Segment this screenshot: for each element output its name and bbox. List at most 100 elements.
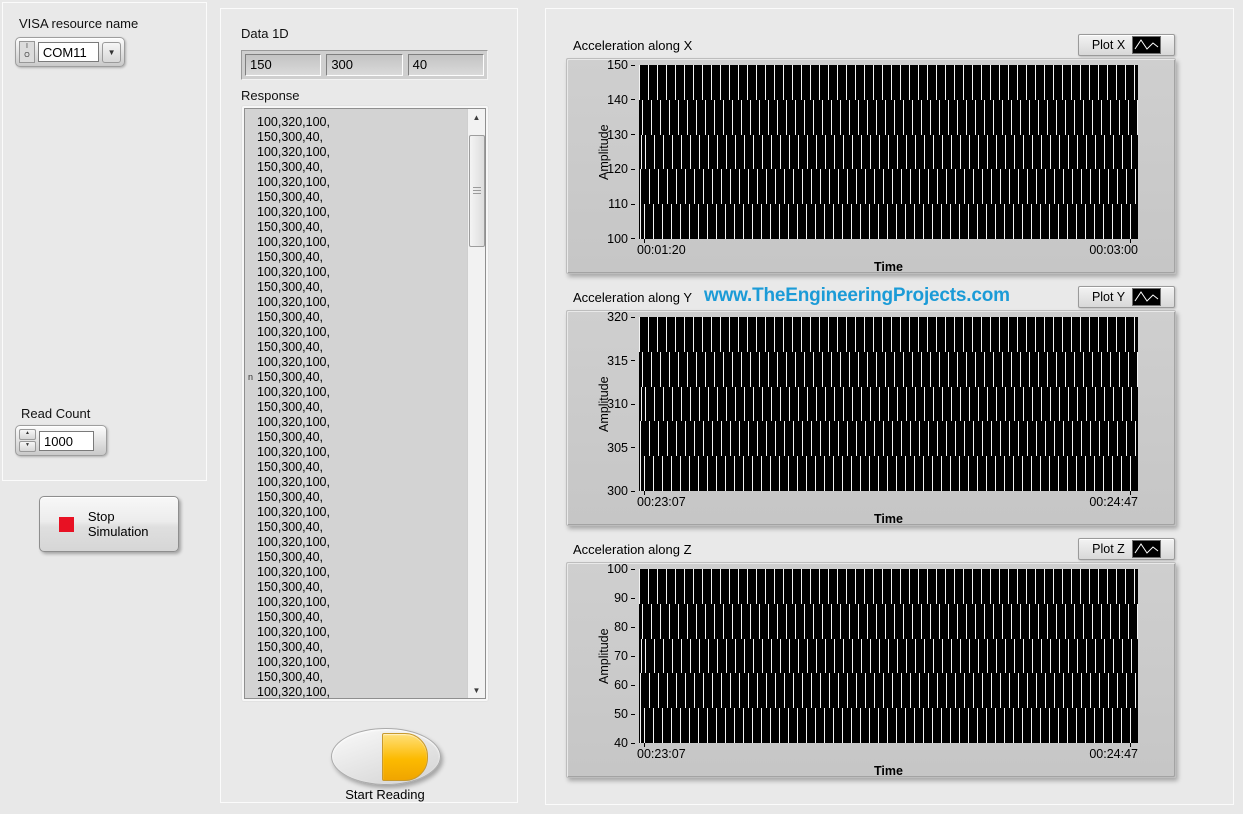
response-line: 100,320,100, — [257, 295, 466, 310]
data1d-array: 150300 40 — [241, 50, 488, 80]
charts-panel: Acceleration along X Plot X Amplitude 15… — [545, 8, 1234, 805]
response-box: 100,320,100,150,300,40,100,320,100,150,3… — [241, 105, 489, 702]
stop-button-label: Stop Simulation — [88, 509, 178, 539]
x-start-label: 00:23:07 — [637, 747, 686, 761]
y-axis-ticks: 100 90 80 70 60 50 — [581, 569, 635, 743]
y-axis-ticks: 320 315 310 305 300 — [581, 317, 635, 491]
y-tick-mark — [631, 627, 635, 628]
y-tick-label: 90 — [614, 591, 628, 605]
response-line: 150,300,40, — [257, 340, 466, 355]
response-line: 100,320,100, — [257, 475, 466, 490]
response-line: 100,320,100, — [257, 565, 466, 580]
y-tick-mark — [631, 204, 635, 205]
visa-dropdown-button[interactable]: ▼ — [102, 42, 121, 63]
start-reading-button[interactable] — [331, 728, 441, 785]
vertical-scrollbar[interactable]: ▲ ▼ — [467, 109, 485, 698]
plot-legend[interactable]: Plot X — [1078, 34, 1175, 56]
response-line: 100,320,100, — [257, 505, 466, 520]
x-start-label: 00:23:07 — [637, 495, 686, 509]
y-tick-label: 300 — [607, 484, 628, 498]
response-line: 150,300,40, — [257, 490, 466, 505]
y-tick-mark — [631, 238, 635, 239]
y-tick-label: 320 — [607, 310, 628, 324]
response-line: 100,320,100, — [257, 535, 466, 550]
increment-button[interactable]: ▲ — [19, 429, 36, 440]
y-tick-mark — [631, 317, 635, 318]
response-line: 150,300,40, — [257, 280, 466, 295]
response-line: 150,300,40, — [257, 640, 466, 655]
response-line: 150,300,40, — [257, 190, 466, 205]
chart-acceleration-x: Acceleration along X Plot X Amplitude 15… — [566, 34, 1176, 274]
visa-resource-control: I O COM11 ▼ — [15, 37, 125, 67]
response-line: 100,320,100, — [257, 205, 466, 220]
response-line: 150,300,40, — [257, 550, 466, 565]
response-line: 150,300,40, — [257, 460, 466, 475]
chart-acceleration-y: Acceleration along Y Plot Y Amplitude 32… — [566, 286, 1176, 526]
y-tick-label: 50 — [614, 707, 628, 721]
numeric-spinner: ▲ ▼ — [19, 429, 36, 452]
chart-frame: Amplitude 320 315 310 305 300 — [566, 310, 1176, 526]
response-line: 100,320,100, — [257, 325, 466, 340]
y-tick-mark — [631, 714, 635, 715]
response-text-area[interactable]: 100,320,100,150,300,40,100,320,100,150,3… — [244, 108, 486, 699]
chart-title: Acceleration along Z — [573, 542, 692, 557]
response-line: 100,320,100, — [257, 265, 466, 280]
scrollbar-thumb[interactable] — [469, 135, 485, 247]
down-arrow-icon: ▼ — [25, 442, 30, 448]
array-element[interactable]: 300 — [326, 54, 402, 76]
visa-resource-input[interactable]: COM11 — [38, 42, 99, 62]
response-line: 100,320,100, — [257, 625, 466, 640]
response-lines: 100,320,100,150,300,40,100,320,100,150,3… — [257, 115, 466, 699]
read-count-control: ▲ ▼ 1000 — [15, 425, 107, 456]
y-tick-mark — [631, 360, 635, 361]
y-tick-label: 70 — [614, 649, 628, 663]
decrement-button[interactable]: ▼ — [19, 441, 36, 452]
response-line: 150,300,40, — [257, 310, 466, 325]
response-line: 100,320,100, — [257, 145, 466, 160]
y-tick-label: 150 — [607, 58, 628, 72]
stop-simulation-button[interactable]: Stop Simulation — [39, 496, 179, 552]
response-line: 150,300,40, — [257, 160, 466, 175]
y-tick-mark — [631, 404, 635, 405]
plot-legend[interactable]: Plot Y — [1078, 286, 1175, 308]
y-tick-label: 60 — [614, 678, 628, 692]
x-axis-ticks: 00:23:07 00:24:47 — [637, 747, 1138, 761]
y-tick-mark — [631, 447, 635, 448]
response-label: Response — [241, 88, 300, 103]
y-tick-mark — [631, 134, 635, 135]
array-element[interactable]: 40 — [408, 54, 484, 76]
read-count-input[interactable]: 1000 — [39, 431, 94, 451]
x-axis-ticks: 00:01:20 00:03:00 — [637, 243, 1138, 257]
y-tick-mark — [631, 743, 635, 744]
waveform-icon — [1132, 36, 1161, 54]
response-line: 100,320,100, — [257, 445, 466, 460]
x-start-label: 00:01:20 — [637, 243, 686, 257]
y-tick-label: 80 — [614, 620, 628, 634]
scroll-down-button[interactable]: ▼ — [468, 682, 485, 698]
y-tick-mark — [631, 491, 635, 492]
waveform-icon — [1132, 288, 1161, 306]
response-line: 100,320,100, — [257, 235, 466, 250]
response-line: 150,300,40, — [257, 130, 466, 145]
chart-frame: Amplitude 150 140 130 120 110 — [566, 58, 1176, 274]
y-tick-mark — [631, 685, 635, 686]
x-axis-label: Time — [639, 512, 1138, 526]
response-line: 100,320,100, — [257, 115, 466, 130]
y-tick-label: 40 — [614, 736, 628, 750]
visa-resource-label: VISA resource name — [19, 16, 138, 31]
data1d-label: Data 1D — [241, 26, 289, 41]
plot-legend[interactable]: Plot Z — [1078, 538, 1175, 560]
legend-label: Plot Y — [1092, 290, 1125, 304]
response-line: 150,300,40, — [257, 430, 466, 445]
chart-title: Acceleration along Y — [573, 290, 692, 305]
y-tick-mark — [631, 99, 635, 100]
x-end-label: 00:03:00 — [1089, 243, 1138, 257]
scroll-up-button[interactable]: ▲ — [468, 109, 485, 125]
array-element[interactable]: 150 — [245, 54, 321, 76]
y-tick-mark — [631, 656, 635, 657]
up-arrow-icon: ▲ — [473, 113, 481, 122]
y-tick-label: 100 — [607, 562, 628, 576]
y-tick-mark — [631, 169, 635, 170]
chart-acceleration-z: Acceleration along Z Plot Z Amplitude 10… — [566, 538, 1176, 778]
y-tick-mark — [631, 598, 635, 599]
